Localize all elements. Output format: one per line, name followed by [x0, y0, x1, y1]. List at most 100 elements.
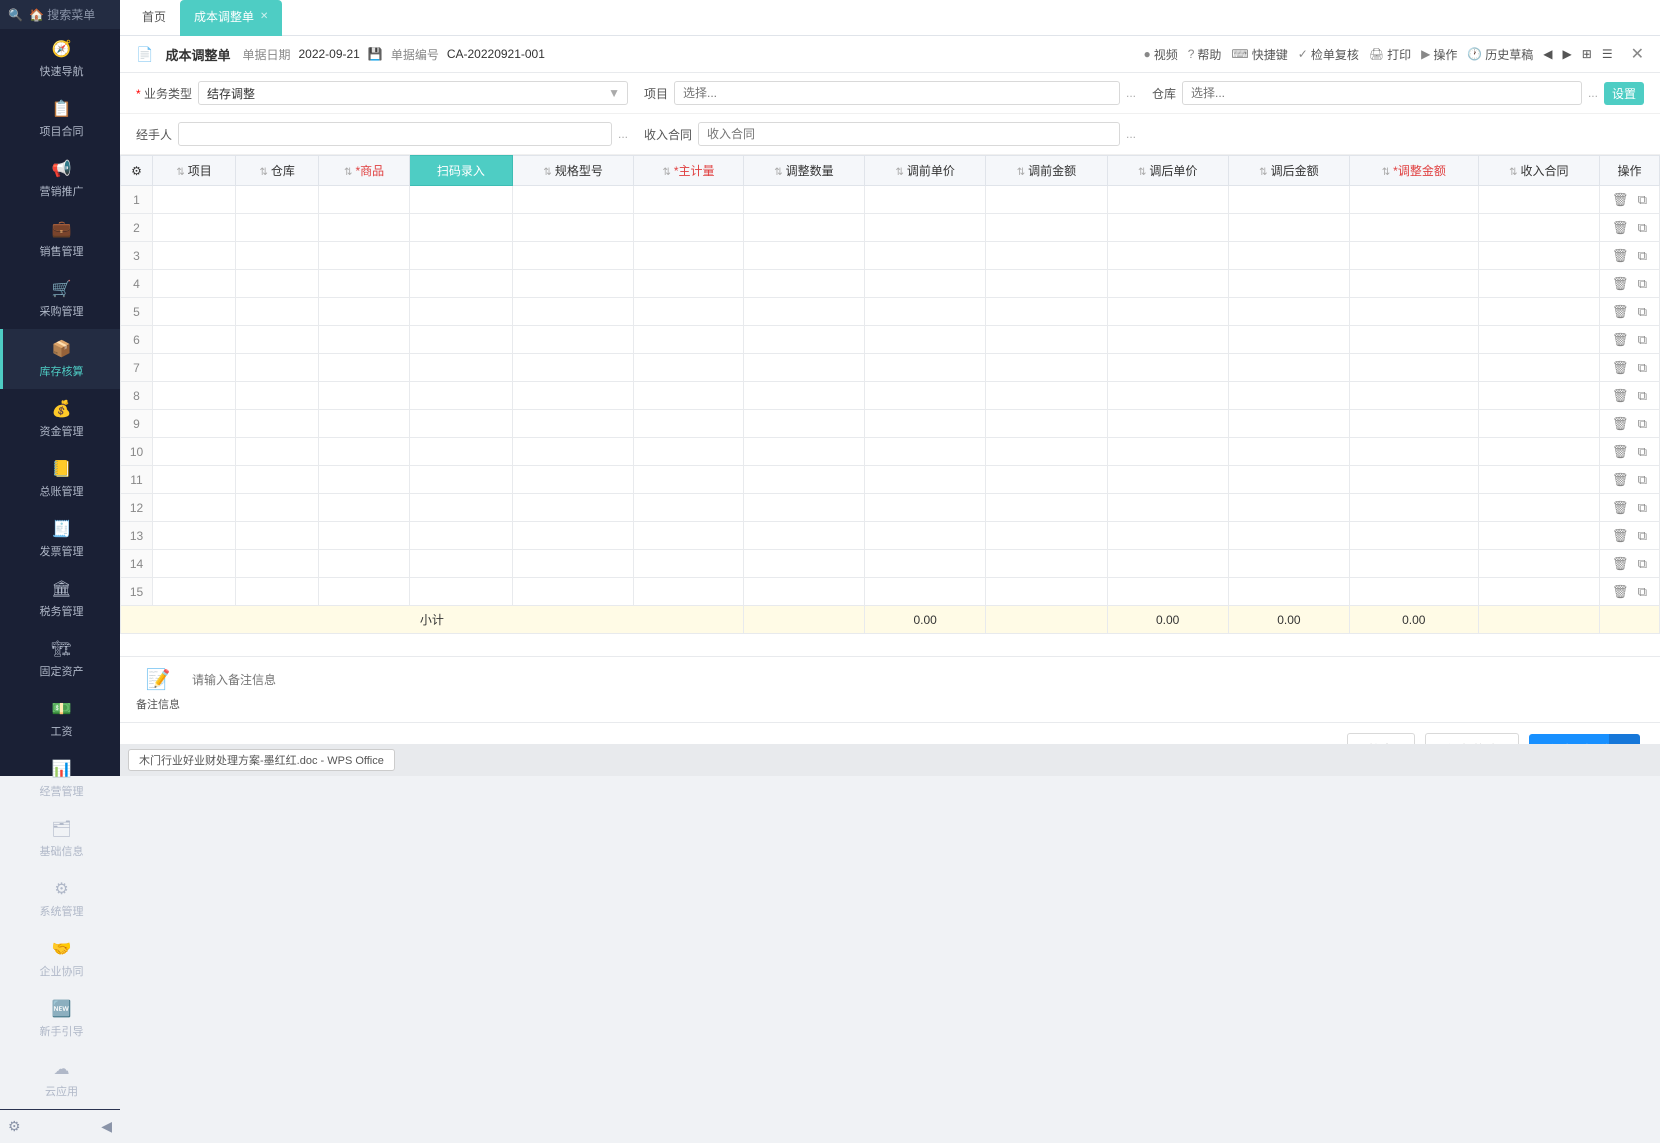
warehouse-input[interactable] — [1182, 81, 1582, 105]
cell-project-13[interactable] — [153, 522, 236, 550]
sidebar-item-fixed-assets[interactable]: 🏗固定资产 — [0, 629, 120, 689]
cell-before-price-15[interactable] — [865, 578, 986, 606]
sidebar-item-capital-mgmt[interactable]: 💰资金管理 — [0, 389, 120, 449]
copy-row-2[interactable]: ⧉ — [1635, 219, 1650, 237]
cell-before-amount-8[interactable] — [986, 382, 1107, 410]
cell-warehouse-2[interactable] — [236, 214, 319, 242]
cell-warehouse-1[interactable] — [236, 186, 319, 214]
cell-adj-amount-13[interactable] — [1350, 522, 1479, 550]
sidebar-item-corp-collab[interactable]: 🤝企业协同 — [0, 929, 120, 989]
cell-after-price-3[interactable] — [1107, 242, 1228, 270]
sidebar-item-sales-mgmt[interactable]: 💼销售管理 — [0, 209, 120, 269]
cell-adj-qty-14[interactable] — [743, 550, 864, 578]
layout1-btn[interactable]: ⊞ — [1582, 47, 1592, 61]
cell-after-price-14[interactable] — [1107, 550, 1228, 578]
cell-warehouse-12[interactable] — [236, 494, 319, 522]
sidebar-item-inventory-calc[interactable]: 📦库存核算 — [0, 329, 120, 389]
cell-spec-13[interactable] — [513, 522, 634, 550]
sidebar-item-purchase-mgmt[interactable]: 🛒采购管理 — [0, 269, 120, 329]
delete-row-11[interactable]: 🗑 — [1609, 471, 1632, 489]
cell-adj-qty-15[interactable] — [743, 578, 864, 606]
cell-before-price-12[interactable] — [865, 494, 986, 522]
cell-spec-9[interactable] — [513, 410, 634, 438]
income-contract-dots[interactable]: ... — [1126, 127, 1136, 141]
cell-project-14[interactable] — [153, 550, 236, 578]
cell-adj-amount-11[interactable] — [1350, 466, 1479, 494]
cell-spec-10[interactable] — [513, 438, 634, 466]
cell-warehouse-6[interactable] — [236, 326, 319, 354]
copy-row-9[interactable]: ⧉ — [1635, 415, 1650, 433]
cell-after-amount-4[interactable] — [1228, 270, 1349, 298]
cell-goods-6[interactable] — [319, 326, 410, 354]
income-contract-input[interactable] — [698, 122, 1120, 146]
cell-adj-amount-15[interactable] — [1350, 578, 1479, 606]
cell-before-price-14[interactable] — [865, 550, 986, 578]
cell-income-contract-7[interactable] — [1478, 354, 1599, 382]
cell-unit-12[interactable] — [634, 494, 744, 522]
copy-row-11[interactable]: ⧉ — [1635, 471, 1650, 489]
layout2-btn[interactable]: ☰ — [1602, 47, 1613, 61]
cell-goods-4[interactable] — [319, 270, 410, 298]
cell-project-7[interactable] — [153, 354, 236, 382]
review-btn[interactable]: ✓ 检单复核 — [1298, 46, 1359, 63]
cell-scan-15[interactable] — [409, 578, 512, 606]
project-dots[interactable]: ... — [1126, 86, 1136, 100]
cell-unit-3[interactable] — [634, 242, 744, 270]
save-icon[interactable]: 💾 — [368, 47, 383, 61]
delete-row-6[interactable]: 🗑 — [1609, 331, 1632, 349]
delete-row-14[interactable]: 🗑 — [1609, 555, 1632, 573]
cell-income-contract-8[interactable] — [1478, 382, 1599, 410]
cell-scan-1[interactable] — [409, 186, 512, 214]
cell-spec-7[interactable] — [513, 354, 634, 382]
cell-spec-12[interactable] — [513, 494, 634, 522]
cell-warehouse-14[interactable] — [236, 550, 319, 578]
tab-close-cost-adjust[interactable]: ✕ — [260, 11, 268, 22]
cell-goods-5[interactable] — [319, 298, 410, 326]
copy-row-6[interactable]: ⧉ — [1635, 331, 1650, 349]
cell-income-contract-6[interactable] — [1478, 326, 1599, 354]
cell-before-amount-6[interactable] — [986, 326, 1107, 354]
cell-spec-6[interactable] — [513, 326, 634, 354]
cell-warehouse-4[interactable] — [236, 270, 319, 298]
cell-before-amount-15[interactable] — [986, 578, 1107, 606]
copy-row-13[interactable]: ⧉ — [1635, 527, 1650, 545]
cell-goods-15[interactable] — [319, 578, 410, 606]
copy-row-4[interactable]: ⧉ — [1635, 275, 1650, 293]
cell-scan-12[interactable] — [409, 494, 512, 522]
cell-before-price-5[interactable] — [865, 298, 986, 326]
project-input[interactable] — [674, 81, 1120, 105]
cell-before-price-13[interactable] — [865, 522, 986, 550]
tab-cost-adjust[interactable]: 成本调整单✕ — [180, 0, 282, 36]
cell-after-price-5[interactable] — [1107, 298, 1228, 326]
sidebar-item-cloud-app[interactable]: ☁云应用 — [0, 1049, 120, 1109]
cell-adj-amount-8[interactable] — [1350, 382, 1479, 410]
col-header-scan[interactable]: 扫码录入 — [409, 156, 512, 186]
remarks-input[interactable] — [192, 667, 1644, 703]
cell-scan-7[interactable] — [409, 354, 512, 382]
cell-warehouse-11[interactable] — [236, 466, 319, 494]
cell-after-price-12[interactable] — [1107, 494, 1228, 522]
cell-adj-qty-2[interactable] — [743, 214, 864, 242]
copy-row-15[interactable]: ⧉ — [1635, 583, 1650, 601]
cell-after-amount-5[interactable] — [1228, 298, 1349, 326]
cell-income-contract-13[interactable] — [1478, 522, 1599, 550]
cell-before-amount-4[interactable] — [986, 270, 1107, 298]
cell-before-amount-13[interactable] — [986, 522, 1107, 550]
copy-row-5[interactable]: ⧉ — [1635, 303, 1650, 321]
cell-adj-qty-10[interactable] — [743, 438, 864, 466]
cell-warehouse-9[interactable] — [236, 410, 319, 438]
cell-warehouse-15[interactable] — [236, 578, 319, 606]
history-btn[interactable]: 🕐 历史草稿 — [1467, 46, 1533, 63]
cell-adj-qty-8[interactable] — [743, 382, 864, 410]
cell-after-price-10[interactable] — [1107, 438, 1228, 466]
cell-before-price-8[interactable] — [865, 382, 986, 410]
cell-income-contract-1[interactable] — [1478, 186, 1599, 214]
cell-after-price-4[interactable] — [1107, 270, 1228, 298]
cell-warehouse-13[interactable] — [236, 522, 319, 550]
cell-income-contract-4[interactable] — [1478, 270, 1599, 298]
copy-row-12[interactable]: ⧉ — [1635, 499, 1650, 517]
cell-after-amount-13[interactable] — [1228, 522, 1349, 550]
cell-project-11[interactable] — [153, 466, 236, 494]
copy-row-10[interactable]: ⧉ — [1635, 443, 1650, 461]
cell-scan-5[interactable] — [409, 298, 512, 326]
